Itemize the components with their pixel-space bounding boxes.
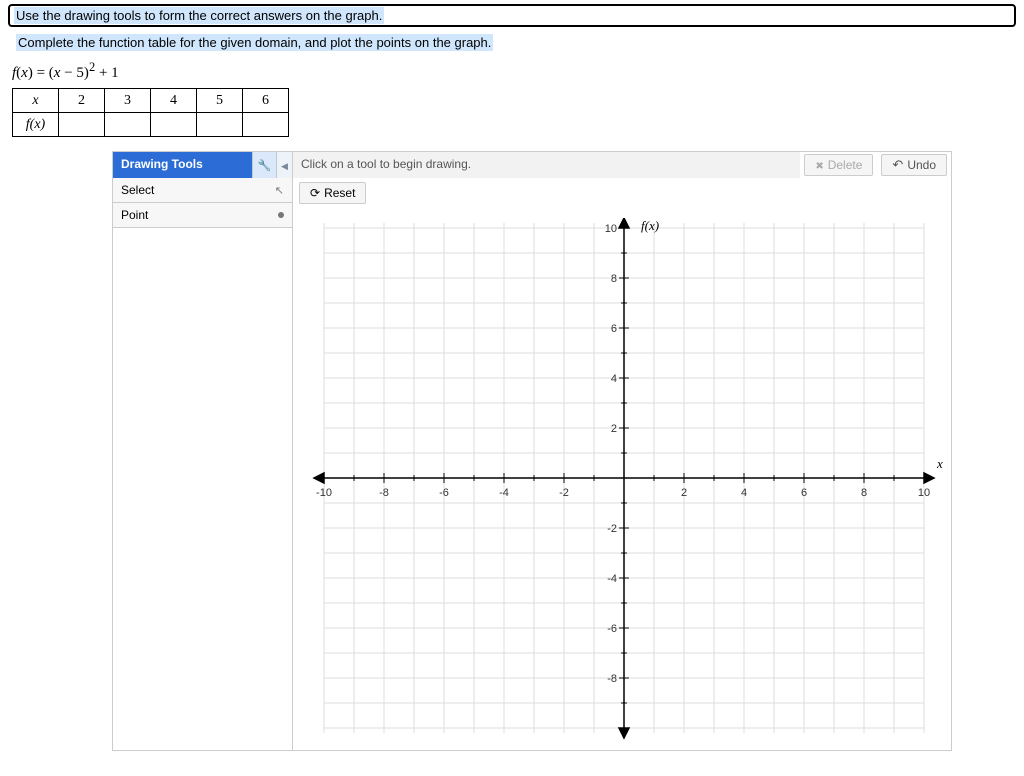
x-axis-label: x [936, 456, 943, 471]
svg-text:-4: -4 [607, 573, 617, 585]
svg-text:2: 2 [681, 487, 687, 499]
tool-point-label: Point [121, 208, 148, 222]
svg-text:4: 4 [611, 373, 617, 385]
table-x-6: 6 [243, 89, 289, 113]
svg-text:-2: -2 [559, 487, 569, 499]
drawing-tool-panel: Drawing Tools Click on a tool to begin d… [112, 151, 952, 751]
svg-text:6: 6 [611, 323, 617, 335]
function-formula: f(x) = (x − 5)2 + 1 [12, 60, 1024, 82]
instruction-1: Use the drawing tools to form the correc… [14, 7, 384, 24]
graph-svg[interactable]: -10 -8 -6 -4 -2 2 4 6 8 10 10 8 [299, 218, 949, 748]
tool-select[interactable]: Select [113, 178, 292, 203]
svg-text:8: 8 [611, 273, 617, 285]
table-fx-5[interactable] [197, 113, 243, 137]
toolbar: Drawing Tools Click on a tool to begin d… [113, 152, 951, 178]
delete-button[interactable]: Delete [804, 154, 873, 176]
toolbar-hint: Click on a tool to begin drawing. [293, 152, 800, 178]
collapse-icon[interactable] [277, 152, 293, 178]
svg-text:-10: -10 [316, 487, 332, 499]
reset-label: Reset [324, 186, 355, 200]
delete-label: Delete [828, 158, 863, 172]
table-fx-header: f(x) [13, 113, 59, 137]
table-x-3: 3 [105, 89, 151, 113]
table-fx-6[interactable] [243, 113, 289, 137]
page-root: Use the drawing tools to form the correc… [0, 4, 1024, 776]
table-x-4: 4 [151, 89, 197, 113]
table-fx-2[interactable] [59, 113, 105, 137]
svg-text:-4: -4 [499, 487, 509, 499]
svg-text:-8: -8 [607, 673, 617, 685]
wrench-icon[interactable] [253, 152, 277, 178]
svg-text:-8: -8 [379, 487, 389, 499]
table-fx-4[interactable] [151, 113, 197, 137]
svg-text:2: 2 [611, 423, 617, 435]
table-x-5: 5 [197, 89, 243, 113]
svg-text:6: 6 [801, 487, 807, 499]
instruction-box: Use the drawing tools to form the correc… [8, 4, 1016, 27]
canvas-area: Reset [293, 178, 951, 750]
table-x-2: 2 [59, 89, 105, 113]
function-table: x 2 3 4 5 6 f(x) [12, 88, 289, 137]
reset-icon [310, 186, 320, 200]
svg-text:10: 10 [605, 223, 617, 235]
table-x-header: x [13, 89, 59, 113]
tools-list: Select Point [113, 178, 293, 750]
y-axis-label: f(x) [641, 218, 659, 233]
svg-text:4: 4 [741, 487, 747, 499]
undo-label: Undo [907, 158, 936, 172]
tool-select-label: Select [121, 183, 154, 197]
toolbar-title: Drawing Tools [113, 152, 253, 178]
delete-icon [815, 158, 823, 172]
svg-text:-6: -6 [607, 623, 617, 635]
point-icon [278, 212, 284, 218]
instruction-2-wrap: Complete the function table for the give… [8, 35, 1024, 50]
tool-point[interactable]: Point [113, 203, 292, 228]
reset-button[interactable]: Reset [299, 182, 366, 204]
table-fx-3[interactable] [105, 113, 151, 137]
svg-text:-2: -2 [607, 523, 617, 535]
cursor-icon [275, 183, 284, 197]
svg-text:8: 8 [861, 487, 867, 499]
svg-text:10: 10 [918, 487, 930, 499]
work-area: Select Point Reset [113, 178, 951, 750]
undo-button[interactable]: Undo [881, 154, 947, 176]
instruction-2: Complete the function table for the give… [16, 34, 493, 51]
undo-icon [892, 157, 903, 173]
svg-text:-6: -6 [439, 487, 449, 499]
